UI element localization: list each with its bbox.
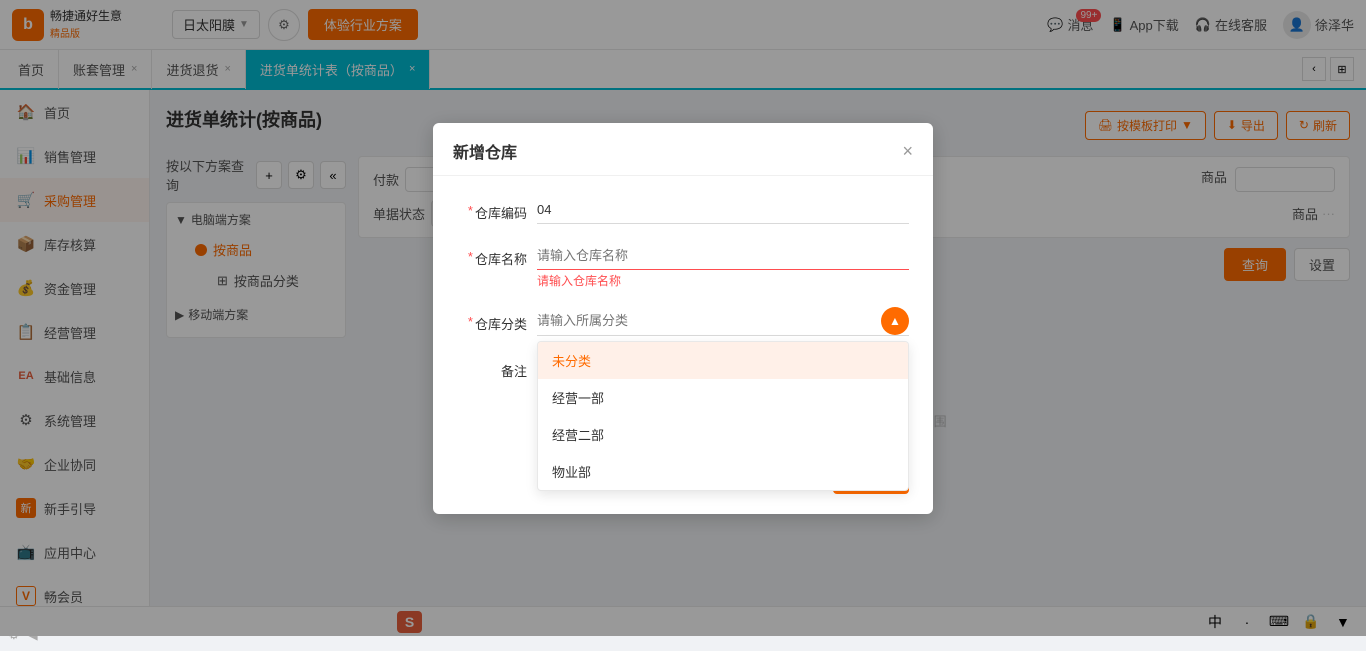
warehouse-name-label: 仓库名称 — [475, 249, 527, 268]
warehouse-name-error: 请输入仓库名称 — [537, 272, 909, 289]
warehouse-category-row: * 仓库分类 ▲ 未分类 经营一部 经营二部 物业部 — [457, 307, 909, 336]
dropdown-item-dept2[interactable]: 经营二部 — [538, 416, 908, 453]
category-dropdown-list: 未分类 经营一部 经营二部 物业部 — [537, 341, 909, 491]
modal-overlay: 新增仓库 × * 仓库编码 * 仓库名称 请输入仓库名称 — [0, 0, 1366, 636]
dropdown-item-property[interactable]: 物业部 — [538, 453, 908, 490]
warehouse-category-label: 仓库分类 — [475, 314, 527, 333]
required-star: * — [468, 203, 473, 218]
warehouse-code-label: 仓库编码 — [475, 203, 527, 222]
modal-body: * 仓库编码 * 仓库名称 请输入仓库名称 * — [433, 176, 933, 448]
new-warehouse-modal: 新增仓库 × * 仓库编码 * 仓库名称 请输入仓库名称 — [433, 123, 933, 514]
warehouse-category-wrapper: ▲ 未分类 经营一部 经营二部 物业部 — [537, 307, 909, 336]
warehouse-code-input[interactable] — [537, 196, 909, 224]
modal-title: 新增仓库 — [453, 139, 517, 163]
modal-header: 新增仓库 × — [433, 123, 933, 176]
dropdown-item-uncategorized[interactable]: 未分类 — [538, 342, 908, 379]
remark-label: 备注 — [501, 361, 527, 380]
category-dropdown-arrow[interactable]: ▲ — [881, 307, 909, 335]
warehouse-code-row: * 仓库编码 — [457, 196, 909, 224]
warehouse-category-input[interactable] — [537, 307, 881, 334]
warehouse-name-row: * 仓库名称 请输入仓库名称 — [457, 242, 909, 289]
warehouse-name-input[interactable] — [537, 242, 909, 270]
modal-close-button[interactable]: × — [902, 142, 913, 160]
dropdown-item-dept1[interactable]: 经营一部 — [538, 379, 908, 416]
